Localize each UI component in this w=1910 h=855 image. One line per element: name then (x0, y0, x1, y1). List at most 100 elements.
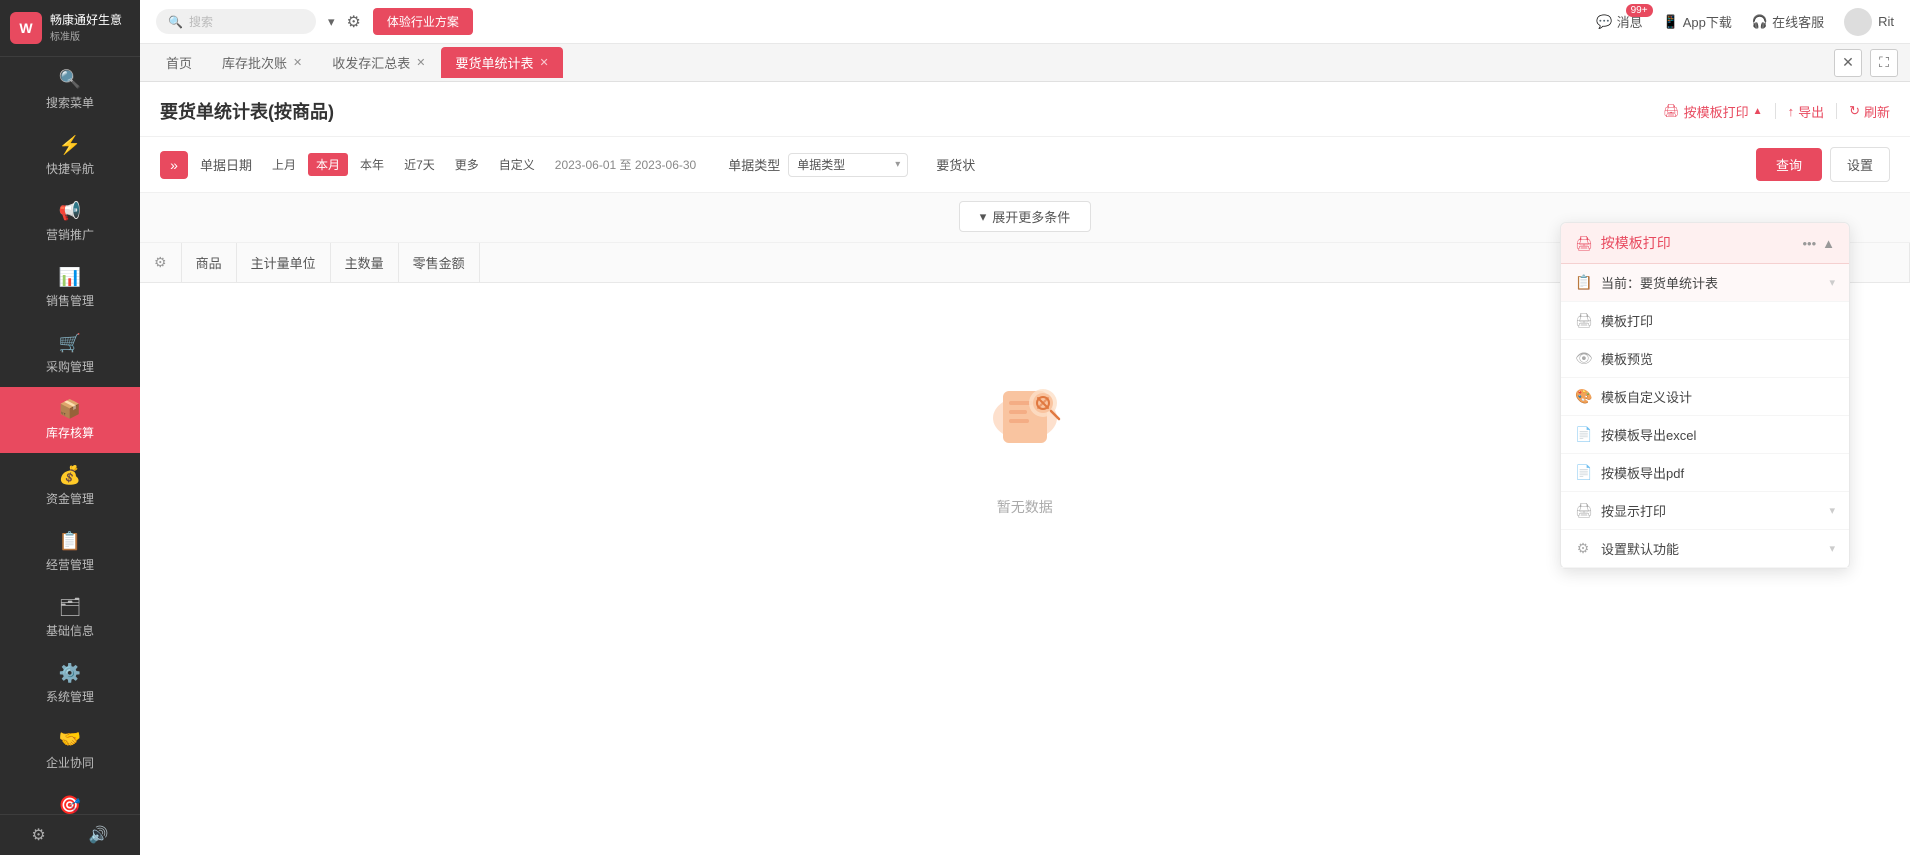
date-btn-this-year[interactable]: 本年 (352, 153, 392, 176)
sidebar-item-search[interactable]: 🔍 搜索菜单 (0, 57, 140, 123)
sidebar: W 畅康通好生意 标准版 🔍 搜索菜单 ⚡ 快捷导航 📢 营销推广 📊 销售管理… (0, 0, 140, 855)
tab-close-window-btn[interactable]: ✕ (1834, 49, 1862, 77)
user-name: Rit (1878, 14, 1894, 29)
online-service-btn[interactable]: 🎧 在线客服 (1752, 12, 1824, 31)
dropdown-collapse-icon[interactable]: ▲ (1822, 236, 1835, 251)
table-settings-icon[interactable]: ⚙ (154, 254, 167, 270)
topbar-dropdown-arrow[interactable]: ▾ (328, 14, 335, 30)
sidebar-item-system[interactable]: ⚙️ 系统管理 (0, 651, 140, 717)
dropdown-current-item[interactable]: 📋 当前：要货单统计表 ▾ (1561, 264, 1849, 302)
tabbar-controls: ✕ ⛶ (1834, 49, 1898, 77)
expand-icon: ▾ (980, 209, 987, 225)
dropdown-item-template-excel[interactable]: 📄 按模板导出excel (1561, 416, 1849, 454)
refresh-btn[interactable]: ↻ 刷新 (1849, 102, 1890, 121)
sidebar-item-quicknav[interactable]: ⚡ 快捷导航 (0, 123, 140, 189)
order-type-select[interactable]: 单据类型 (788, 153, 908, 177)
message-badge[interactable]: 💬 消息 99+ (1596, 12, 1642, 31)
expand-more-button[interactable]: ▾ 展开更多条件 (959, 201, 1092, 232)
template-design-icon: 🎨 (1575, 388, 1591, 405)
export-btn[interactable]: ↑ 导出 (1788, 102, 1825, 121)
query-button[interactable]: 查询 (1756, 148, 1822, 181)
sidebar-item-basic[interactable]: 🗂 基础信息 (0, 585, 140, 651)
tab-order-stats[interactable]: 要货单统计表 ✕ (441, 47, 562, 78)
headset-icon: 🎧 (1752, 14, 1768, 30)
sidebar-item-finance[interactable]: 💰 资金管理 (0, 453, 140, 519)
page-actions: 🖨 按模板打印 ▲ ↑ 导出 ↻ 刷新 (1663, 102, 1890, 121)
filter-expand-button[interactable]: » (160, 151, 188, 179)
date-btn-custom[interactable]: 自定义 (491, 153, 543, 176)
th-product: 商品 (181, 243, 236, 283)
print-template-btn[interactable]: 🖨 按模板打印 ▲ (1663, 102, 1762, 121)
sidebar-item-guide[interactable]: 🎯 新手引导 (0, 783, 140, 814)
dropdown-current-label: 当前：要货单统计表 (1601, 273, 1718, 292)
date-btn-this-month[interactable]: 本月 (308, 153, 348, 176)
print-icon: 🖨 (1663, 103, 1680, 119)
topbar-gear-icon[interactable]: ⚙ (347, 12, 361, 32)
date-range-display: 2023-06-01 至 2023-06-30 (555, 156, 696, 173)
sidebar-item-marketing[interactable]: 📢 营销推广 (0, 189, 140, 255)
dropdown-item-template-pdf[interactable]: 📄 按模板导出pdf (1561, 454, 1849, 492)
action-divider-1 (1775, 103, 1776, 119)
template-design-label: 模板自定义设计 (1601, 387, 1692, 406)
th-quantity: 主数量 (330, 243, 398, 283)
dropdown-item-template-preview[interactable]: 👁 模板预览 (1561, 340, 1849, 378)
speaker-icon[interactable]: 🔊 (89, 825, 109, 845)
expand-label: 展开更多条件 (992, 207, 1070, 226)
sidebar-item-purchase[interactable]: 🛒 采购管理 (0, 321, 140, 387)
date-btn-7days[interactable]: 近7天 (396, 153, 443, 176)
online-service-label: 在线客服 (1772, 12, 1824, 31)
system-icon: ⚙️ (59, 663, 81, 684)
tab-inventory-batch[interactable]: 库存批次账 ✕ (208, 47, 316, 78)
refresh-icon: ↻ (1849, 103, 1860, 119)
sidebar-item-label: 企业协同 (46, 754, 94, 771)
settings-button[interactable]: 设置 (1830, 147, 1890, 182)
display-print-label: 按显示打印 (1601, 501, 1666, 520)
guide-icon: 🎯 (59, 795, 81, 814)
app-download-btn[interactable]: 📱 App下载 (1663, 12, 1732, 31)
sidebar-footer: ⚙ 🔊 (0, 814, 140, 855)
search-placeholder: 搜索 (189, 13, 213, 30)
dropdown-item-template-design[interactable]: 🎨 模板自定义设计 (1561, 378, 1849, 416)
tab-inventory-batch-close[interactable]: ✕ (293, 56, 302, 69)
dropdown-item-default-settings[interactable]: ⚙ 设置默认功能 ▾ (1561, 530, 1849, 568)
app-logo: W 畅康通好生意 标准版 (0, 0, 140, 57)
trial-button[interactable]: 体验行业方案 (373, 8, 473, 35)
search-icon: 🔍 (59, 69, 81, 90)
tab-order-stats-close[interactable]: ✕ (540, 56, 549, 69)
template-preview-icon: 👁 (1575, 350, 1591, 367)
th-settings[interactable]: ⚙ (140, 243, 181, 283)
sidebar-item-operation[interactable]: 📋 经营管理 (0, 519, 140, 585)
message-count: 99+ (1626, 4, 1653, 17)
dropdown-header-right: ••• ▲ (1802, 236, 1835, 251)
tab-order-stats-label: 要货单统计表 (455, 53, 533, 72)
default-settings-label: 设置默认功能 (1601, 539, 1679, 558)
purchase-icon: 🛒 (59, 333, 81, 354)
display-print-arrow: ▾ (1829, 504, 1835, 517)
tab-receipt-summary[interactable]: 收发存汇总表 ✕ (318, 47, 439, 78)
sidebar-item-sales[interactable]: 📊 销售管理 (0, 255, 140, 321)
dropdown-title: 按模板打印 (1601, 233, 1671, 253)
date-btn-more[interactable]: 更多 (447, 153, 487, 176)
tab-expand-btn[interactable]: ⛶ (1870, 49, 1898, 77)
template-preview-label: 模板预览 (1601, 349, 1653, 368)
tab-home[interactable]: 首页 (152, 47, 206, 78)
dropdown-item-display-print[interactable]: 🖨 按显示打印 ▾ (1561, 492, 1849, 530)
template-pdf-label: 按模板导出pdf (1601, 463, 1684, 482)
basic-icon: 🗂 (59, 597, 82, 618)
dropdown-header[interactable]: 🖨 按模板打印 ••• ▲ (1561, 223, 1849, 264)
sidebar-item-inventory[interactable]: 📦 库存核算 (0, 387, 140, 453)
order-type-label: 单据类型 (728, 155, 780, 174)
export-label: 导出 (1798, 102, 1824, 121)
topbar-search-box[interactable]: 🔍 搜索 (156, 9, 316, 34)
sidebar-item-collab[interactable]: 🤝 企业协同 (0, 717, 140, 783)
sidebar-item-label: 库存核算 (46, 424, 94, 441)
date-btn-last-month[interactable]: 上月 (264, 153, 304, 176)
tab-receipt-summary-label: 收发存汇总表 (332, 53, 410, 72)
empty-illustration (975, 363, 1075, 485)
default-settings-icon: ⚙ (1575, 540, 1591, 557)
user-menu[interactable]: Rit (1844, 8, 1894, 36)
settings-bottom-icon[interactable]: ⚙ (31, 825, 45, 845)
tab-receipt-summary-close[interactable]: ✕ (416, 56, 425, 69)
dropdown-item-template-print[interactable]: 🖨 模板打印 (1561, 302, 1849, 340)
quicknav-icon: ⚡ (59, 135, 81, 156)
